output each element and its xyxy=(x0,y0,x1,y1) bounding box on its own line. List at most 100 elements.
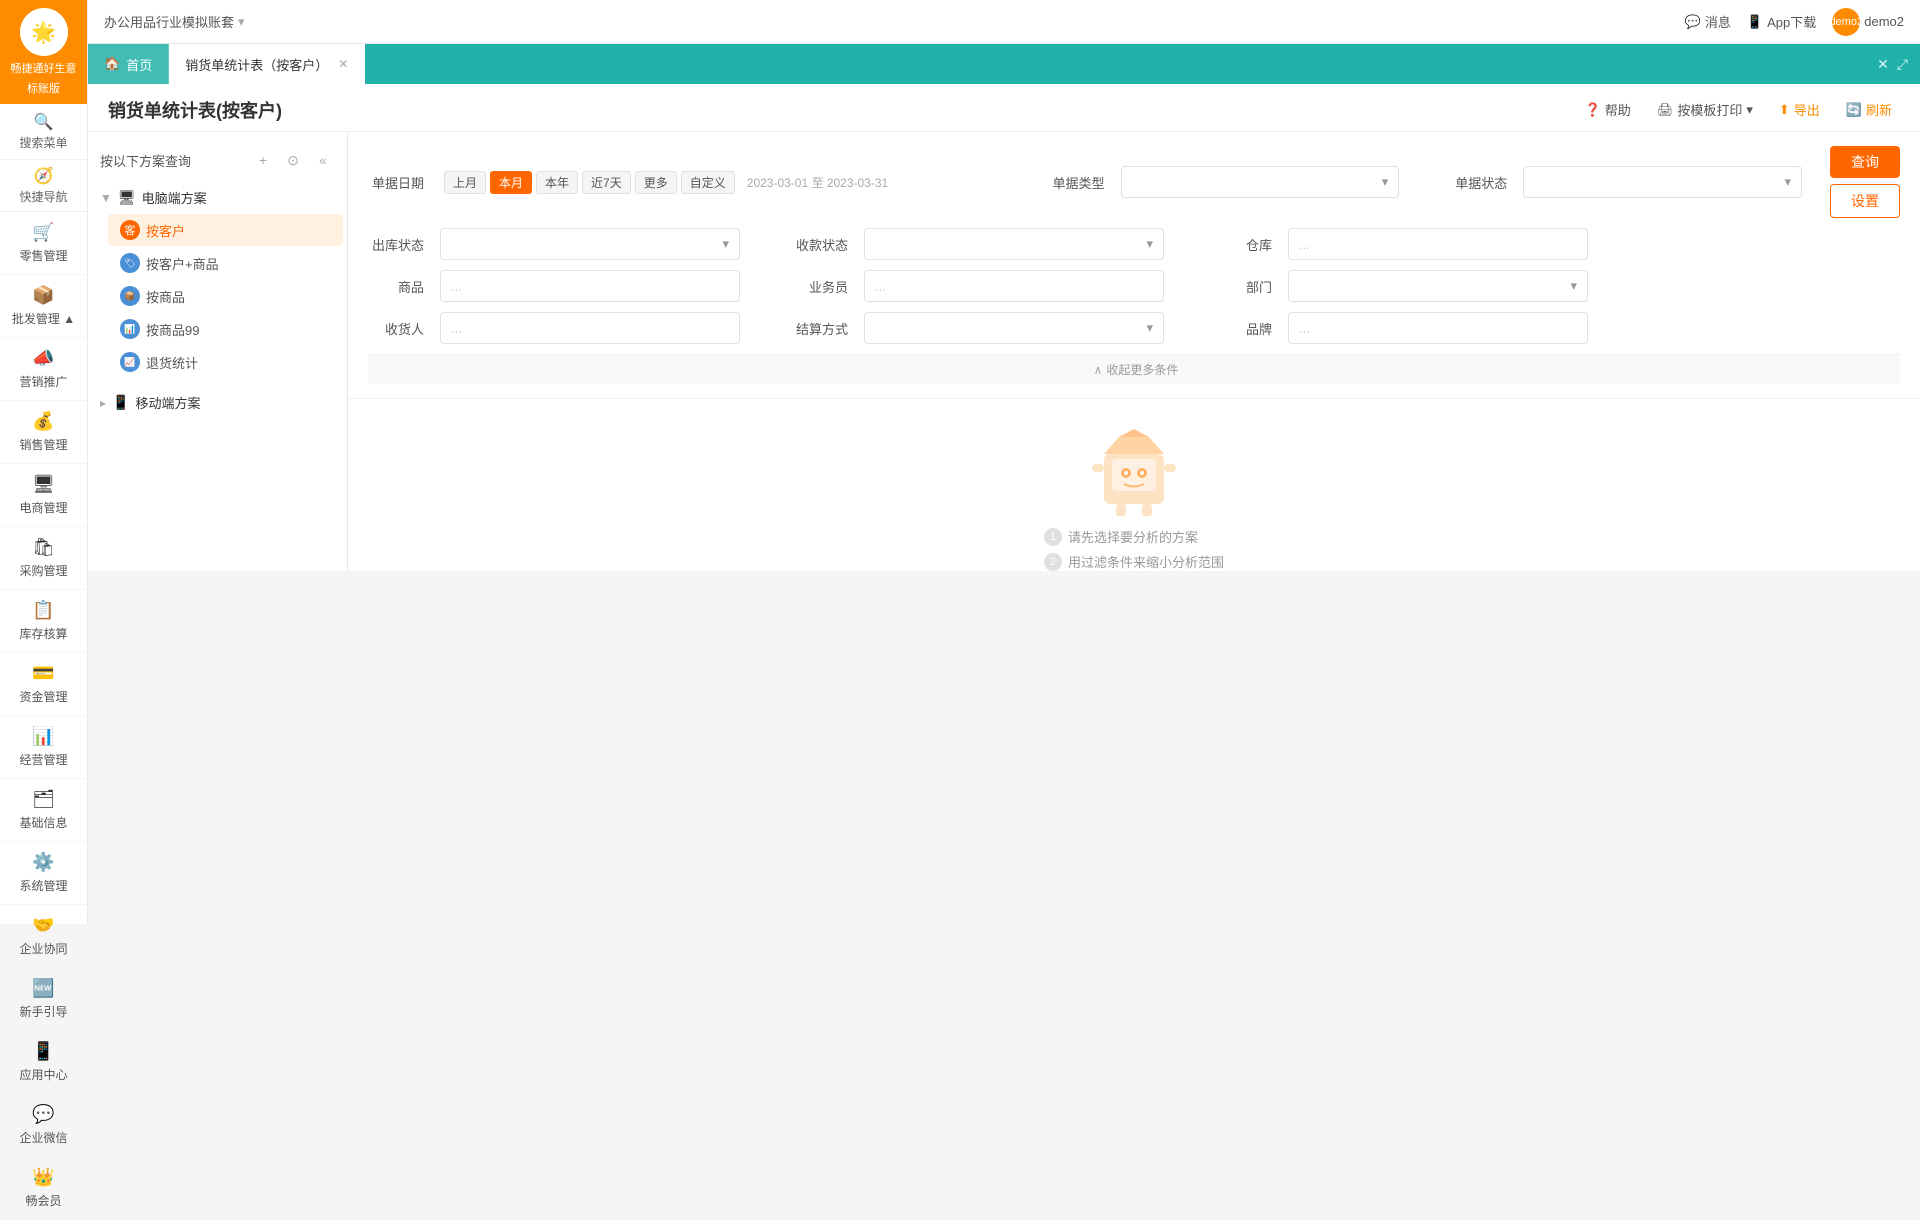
mobile-icon: 📱 xyxy=(112,394,129,411)
finance-icon: 💳 xyxy=(32,663,54,684)
tab-close-btn[interactable]: ✕ xyxy=(338,57,348,71)
collapse-panel-btn[interactable]: « xyxy=(311,148,335,172)
logo-icon: 🌟 xyxy=(20,8,68,56)
add-scheme-btn[interactable]: + xyxy=(251,148,275,172)
tab-sales-customer[interactable]: 销货单统计表（按客户） ✕ xyxy=(169,44,365,84)
collapse-bar[interactable]: ∧ 收起更多条件 xyxy=(368,354,1900,384)
left-panel-actions: + ⊙ « xyxy=(251,148,335,172)
brand-input[interactable]: ... xyxy=(1288,312,1588,344)
mobile-section: ▸ 📱 移动端方案 xyxy=(88,383,347,422)
out-status-select[interactable] xyxy=(440,228,740,260)
refresh-scheme-btn[interactable]: ⊙ xyxy=(281,148,305,172)
scheme-return-stats[interactable]: 📈 退货统计 xyxy=(108,346,343,378)
sidebar-search[interactable]: 🔍 搜索菜单 xyxy=(0,104,87,160)
date-buttons: 上月 本月 本年 近7天 更多 自定义 2023-03-01 至 2023-03… xyxy=(444,171,888,194)
filter-area: 单据日期 上月 本月 本年 近7天 更多 自定义 2023-03-01 至 20… xyxy=(348,132,1920,399)
last-month-btn[interactable]: 上月 xyxy=(444,171,486,194)
query-button[interactable]: 查询 xyxy=(1830,146,1900,178)
sidebar-item-ecom[interactable]: 🖥 电商管理 xyxy=(0,464,87,527)
search-label: 搜索菜单 xyxy=(19,134,67,151)
scheme-by-customer-goods[interactable]: 🏷 按客户+商品 xyxy=(108,247,343,279)
print-btn[interactable]: 🖨 按模板打印 ▾ xyxy=(1649,96,1761,123)
sidebar-logo[interactable]: 🌟 畅捷通好生意 标账版 xyxy=(0,0,87,104)
mobile-label: 移动端方案 xyxy=(135,393,200,412)
return-icon: 📈 xyxy=(120,352,140,372)
user-btn[interactable]: demo2 demo2 xyxy=(1832,8,1904,36)
message-btn[interactable]: 💬 消息 xyxy=(1685,12,1731,31)
tip-2: 2 用过滤条件来缩小分析范围 xyxy=(1044,552,1224,571)
mobile-chevron: ▸ xyxy=(100,396,106,410)
refresh-btn[interactable]: 🔄 刷新 xyxy=(1838,96,1900,123)
export-icon: ⬆ xyxy=(1779,102,1790,118)
more-btn[interactable]: 更多 xyxy=(635,171,677,194)
salesperson-input[interactable]: ... xyxy=(864,270,1164,302)
this-month-btn[interactable]: 本月 xyxy=(490,171,532,194)
ecom-icon: 🖥 xyxy=(32,474,55,495)
set-button[interactable]: 设置 xyxy=(1830,184,1900,218)
member-label: 畅会员 xyxy=(25,1192,61,1209)
salesperson-placeholder: ... xyxy=(875,279,886,294)
scheme-by-goods[interactable]: 📦 按商品 xyxy=(108,280,343,312)
payment-select[interactable] xyxy=(864,228,1164,260)
data-area: 1 请先选择要分析的方案 2 用过滤条件来缩小分析范围 xyxy=(348,399,1920,571)
content: 销货单统计表(按客户) ❓ 帮助 🖨 按模板打印 ▾ ⬆ 导出 xyxy=(88,84,1920,924)
close-window-icon[interactable]: ✕ xyxy=(1877,56,1889,73)
tab-home[interactable]: 🏠 首页 xyxy=(88,44,169,84)
sidebar-item-inventory[interactable]: 📋 库存核算 xyxy=(0,590,87,653)
account-selector[interactable]: 办公用品行业模拟账套 ▾ xyxy=(104,12,245,31)
dept-select[interactable] xyxy=(1288,270,1588,302)
this-year-btn[interactable]: 本年 xyxy=(536,171,578,194)
maximize-icon[interactable]: ⤢ xyxy=(1897,56,1908,73)
sales-icon: 💰 xyxy=(32,411,54,432)
sidebar-item-purchase[interactable]: 🛍 采购管理 xyxy=(0,527,87,590)
scheme-by-goods-99[interactable]: 📊 按商品99 xyxy=(108,313,343,345)
scheme-by-customer[interactable]: 客 按客户 xyxy=(108,214,343,246)
receiver-input[interactable]: ... xyxy=(440,312,740,344)
sidebar-item-system[interactable]: ⚙️ 系统管理 xyxy=(0,842,87,905)
sidebar-item-wechat[interactable]: 💬 企业微信 xyxy=(0,1094,87,1157)
refresh-icon: 🔄 xyxy=(1846,102,1862,118)
app-download-btn[interactable]: 📱 App下载 xyxy=(1747,12,1816,31)
customer-goods-icon: 🏷 xyxy=(120,253,140,273)
sidebar-item-member[interactable]: 👑 畅会员 xyxy=(0,1157,87,1220)
sidebar-item-marketing[interactable]: 📣 营销推广 xyxy=(0,338,87,401)
tab-controls: ✕ ⤢ xyxy=(1865,44,1920,84)
date-label: 单据日期 xyxy=(368,173,424,192)
tip-1-num: 1 xyxy=(1044,528,1062,546)
sidebar-item-wholesale[interactable]: 📦 批发管理 ▲ xyxy=(0,275,87,338)
sidebar-item-sales[interactable]: 💰 销售管理 xyxy=(0,401,87,464)
wechat-label: 企业微信 xyxy=(19,1129,67,1146)
last7-btn[interactable]: 近7天 xyxy=(582,171,631,194)
sidebar-item-retail[interactable]: 🛒 零售管理 xyxy=(0,212,87,275)
settle-select[interactable] xyxy=(864,312,1164,344)
desktop-label: 电脑端方案 xyxy=(142,188,207,207)
inventory-icon: 📋 xyxy=(32,600,54,621)
goods-input[interactable]: ... xyxy=(440,270,740,302)
custom-btn[interactable]: 自定义 xyxy=(681,171,735,194)
doc-type-select[interactable] xyxy=(1121,166,1400,198)
sidebar-quick-nav[interactable]: 🧭 快捷导航 xyxy=(0,160,87,212)
dept-label: 部门 xyxy=(1216,277,1272,296)
page-title: 销货单统计表(按客户) xyxy=(108,97,282,123)
sidebar-item-newbie[interactable]: 🆕 新手引导 xyxy=(0,968,87,1031)
desktop-scheme-header[interactable]: ▼ 🖥 电脑端方案 xyxy=(88,182,347,213)
receiver-label: 收货人 xyxy=(368,319,424,338)
operation-icon: 📊 xyxy=(32,726,54,747)
sidebar-item-enterprise[interactable]: 🤝 企业协同 xyxy=(0,905,87,968)
export-btn[interactable]: ⬆ 导出 xyxy=(1771,96,1828,123)
logo-text: 畅捷通好生意 xyxy=(11,60,77,76)
sidebar-item-appcenter[interactable]: 📱 应用中心 xyxy=(0,1031,87,1094)
mobile-scheme-header[interactable]: ▸ 📱 移动端方案 xyxy=(88,387,347,418)
filter-row-3: 商品 ... 业务员 ... 部门 xyxy=(368,270,1900,302)
left-panel: 按以下方案查询 + ⊙ « ▼ 🖥 电脑端方案 xyxy=(88,132,348,571)
sidebar-item-operation[interactable]: 📊 经营管理 xyxy=(0,716,87,779)
sidebar-item-basic[interactable]: 🗂 基础信息 xyxy=(0,779,87,842)
print-icon: 🖨 xyxy=(1657,102,1674,118)
sidebar-item-finance[interactable]: 💳 资金管理 xyxy=(0,653,87,716)
system-label: 系统管理 xyxy=(19,877,67,894)
desktop-chevron: ▼ xyxy=(100,191,112,205)
warehouse-placeholder: ... xyxy=(1299,237,1310,252)
doc-status-select[interactable] xyxy=(1523,166,1802,198)
help-btn[interactable]: ❓ 帮助 xyxy=(1577,96,1639,123)
warehouse-input[interactable]: ... xyxy=(1288,228,1588,260)
